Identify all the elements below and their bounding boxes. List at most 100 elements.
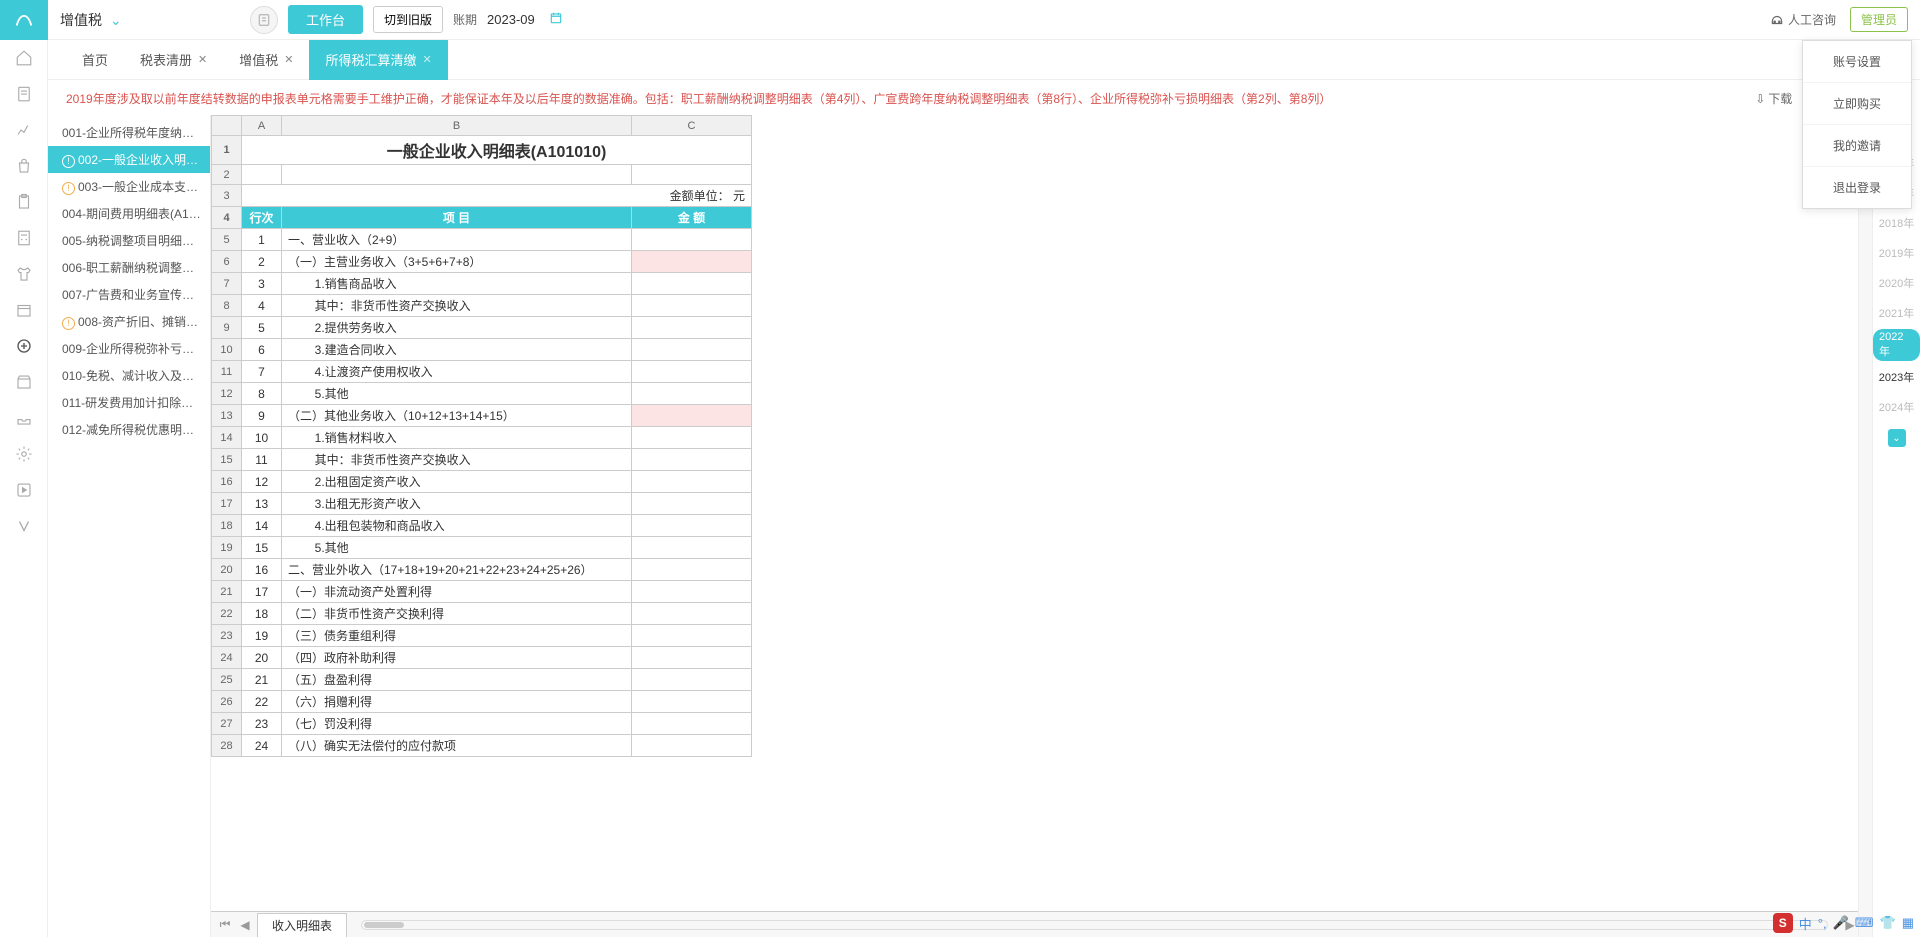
- cell-item[interactable]: 5.其他: [282, 383, 632, 405]
- cell-amount[interactable]: [632, 273, 752, 295]
- cell-amount[interactable]: [632, 581, 752, 603]
- row-number[interactable]: 23: [212, 625, 242, 647]
- col-header-C[interactable]: C: [632, 116, 752, 136]
- cell-item[interactable]: （四）政府补助利得: [282, 647, 632, 669]
- cell-amount[interactable]: [632, 647, 752, 669]
- row-number[interactable]: 6: [212, 251, 242, 273]
- cell-line[interactable]: 11: [242, 449, 282, 471]
- nav-home-icon[interactable]: [0, 40, 48, 76]
- cell-amount[interactable]: [632, 449, 752, 471]
- sheet-nav-prev-icon[interactable]: ◀: [237, 918, 253, 932]
- tree-item-4[interactable]: 005-纳税调整项目明细表(A1...: [48, 227, 210, 254]
- dropdown-item-1[interactable]: 立即购买: [1803, 83, 1911, 125]
- admin-button[interactable]: 管理员: [1850, 7, 1908, 32]
- dropdown-item-0[interactable]: 账号设置: [1803, 41, 1911, 83]
- switch-old-button[interactable]: 切到旧版: [373, 6, 443, 33]
- nav-shirt-icon[interactable]: [0, 256, 48, 292]
- ime-mic-icon[interactable]: 🎤: [1833, 915, 1849, 931]
- row-number[interactable]: 27: [212, 713, 242, 735]
- sheet-table[interactable]: ABC1一般企业收入明细表(A101010)23金额单位： 元4行次项 目金 额…: [211, 115, 752, 757]
- sheet-nav-first-icon[interactable]: ⏮: [217, 917, 233, 932]
- cell-item[interactable]: 2.提供劳务收入: [282, 317, 632, 339]
- cell-amount[interactable]: [632, 361, 752, 383]
- nav-v-icon[interactable]: [0, 508, 48, 544]
- tree-item-6[interactable]: 007-广告费和业务宣传费跨...: [48, 281, 210, 308]
- row-number[interactable]: 26: [212, 691, 242, 713]
- year-2019年[interactable]: 2019年: [1875, 239, 1918, 267]
- cell-line[interactable]: 1: [242, 229, 282, 251]
- dropdown-item-3[interactable]: 退出登录: [1803, 167, 1911, 208]
- cell-item[interactable]: 1.销售商品收入: [282, 273, 632, 295]
- cell-item[interactable]: （五）盘盈利得: [282, 669, 632, 691]
- cell-line[interactable]: 19: [242, 625, 282, 647]
- cell-line[interactable]: 14: [242, 515, 282, 537]
- sheet-tab[interactable]: 收入明细表: [257, 913, 347, 937]
- year-2018年[interactable]: 2018年: [1875, 209, 1918, 237]
- cell-item[interactable]: （七）罚没利得: [282, 713, 632, 735]
- col-header-A[interactable]: A: [242, 116, 282, 136]
- cell-amount[interactable]: [632, 427, 752, 449]
- tab-0[interactable]: 首页: [66, 40, 124, 80]
- tab-2[interactable]: 增值税✕: [223, 40, 309, 80]
- history-icon[interactable]: [250, 6, 278, 34]
- cell-item[interactable]: （二）其他业务收入（10+12+13+14+15）: [282, 405, 632, 427]
- tree-item-7[interactable]: 008-资产折旧、摊销及纳税...: [48, 308, 210, 335]
- ime-keyboard-icon[interactable]: ⌨: [1855, 915, 1874, 931]
- app-logo[interactable]: [0, 0, 48, 40]
- nav-clipboard-icon[interactable]: [0, 184, 48, 220]
- row-number[interactable]: 7: [212, 273, 242, 295]
- row-number[interactable]: 8: [212, 295, 242, 317]
- cell-item[interactable]: 3.建造合同收入: [282, 339, 632, 361]
- cell-item[interactable]: （三）债务重组利得: [282, 625, 632, 647]
- row-number[interactable]: 16: [212, 471, 242, 493]
- row-number[interactable]: 10: [212, 339, 242, 361]
- tab-close-icon[interactable]: ✕: [284, 53, 293, 66]
- tab-3[interactable]: 所得税汇算清缴✕: [309, 40, 447, 80]
- row-number[interactable]: 17: [212, 493, 242, 515]
- cell-line[interactable]: 13: [242, 493, 282, 515]
- row-number[interactable]: 9: [212, 317, 242, 339]
- col-header-B[interactable]: B: [282, 116, 632, 136]
- row-number[interactable]: 21: [212, 581, 242, 603]
- tab-1[interactable]: 税表清册✕: [124, 40, 223, 80]
- cell-line[interactable]: 5: [242, 317, 282, 339]
- row-number[interactable]: 12: [212, 383, 242, 405]
- cell-line[interactable]: 18: [242, 603, 282, 625]
- cell-line[interactable]: 4: [242, 295, 282, 317]
- cell-item[interactable]: 4.让渡资产使用权收入: [282, 361, 632, 383]
- row-number[interactable]: 19: [212, 537, 242, 559]
- ime-punct-icon[interactable]: °,: [1818, 916, 1827, 931]
- vertical-scrollbar[interactable]: [1858, 115, 1872, 937]
- tab-close-icon[interactable]: ✕: [423, 53, 432, 66]
- cell-item[interactable]: 5.其他: [282, 537, 632, 559]
- cell-line[interactable]: 9: [242, 405, 282, 427]
- row-number[interactable]: 5: [212, 229, 242, 251]
- row-number[interactable]: 11: [212, 361, 242, 383]
- row-number[interactable]: 22: [212, 603, 242, 625]
- cell-item[interactable]: 其中：非货币性资产交换收入: [282, 295, 632, 317]
- nav-play-icon[interactable]: [0, 472, 48, 508]
- cell-amount[interactable]: [632, 735, 752, 757]
- cell-amount[interactable]: [632, 405, 752, 427]
- nav-archive-icon[interactable]: [0, 364, 48, 400]
- row-number[interactable]: 25: [212, 669, 242, 691]
- tree-item-1[interactable]: 002-一般企业收入明细表(A1...: [48, 146, 210, 173]
- cell-line[interactable]: 8: [242, 383, 282, 405]
- tab-close-icon[interactable]: ✕: [198, 53, 207, 66]
- cell-line[interactable]: 10: [242, 427, 282, 449]
- cell-item[interactable]: 4.出租包装物和商品收入: [282, 515, 632, 537]
- horizontal-scrollbar[interactable]: [361, 920, 1828, 930]
- year-2021年[interactable]: 2021年: [1875, 299, 1918, 327]
- cell-line[interactable]: 7: [242, 361, 282, 383]
- cell-line[interactable]: 20: [242, 647, 282, 669]
- cell-amount[interactable]: [632, 383, 752, 405]
- row-number[interactable]: 24: [212, 647, 242, 669]
- tree-item-0[interactable]: 001-企业所得税年度纳税申...: [48, 119, 210, 146]
- calendar-icon[interactable]: [549, 11, 563, 28]
- year-2024年[interactable]: 2024年: [1875, 393, 1918, 421]
- cell-amount[interactable]: [632, 295, 752, 317]
- row-number[interactable]: 14: [212, 427, 242, 449]
- cell-amount[interactable]: [632, 493, 752, 515]
- cell-item[interactable]: （一）非流动资产处置利得: [282, 581, 632, 603]
- cell-item[interactable]: 二、营业外收入（17+18+19+20+21+22+23+24+25+26）: [282, 559, 632, 581]
